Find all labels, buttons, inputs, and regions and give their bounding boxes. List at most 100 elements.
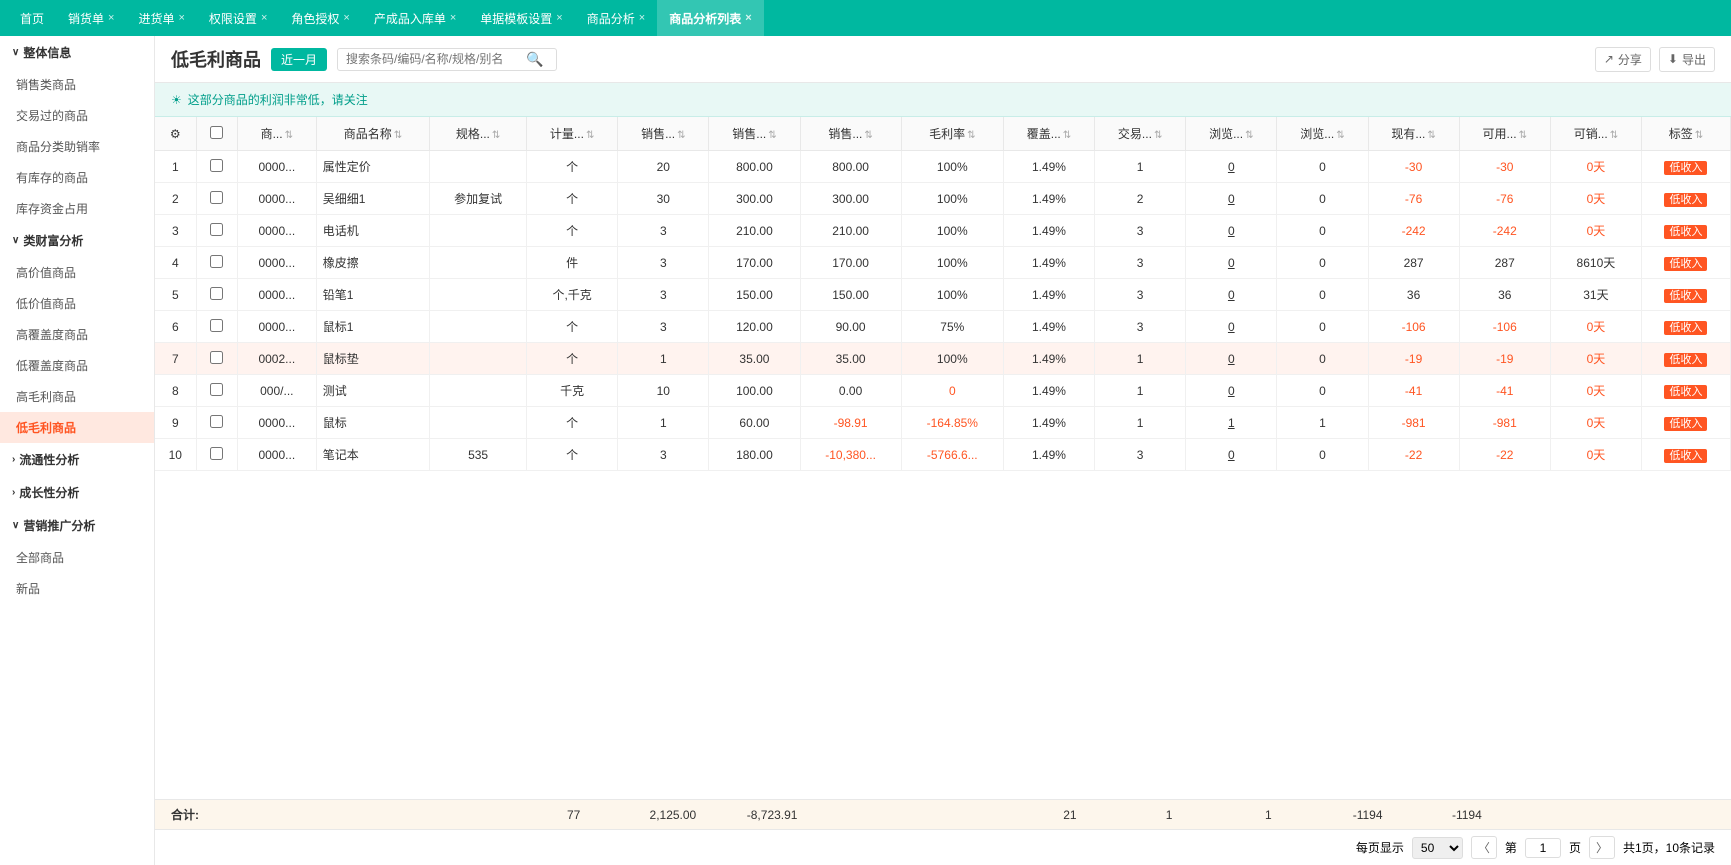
sidebar-item-all-goods[interactable]: 全部商品 <box>0 542 154 573</box>
row-checkbox[interactable] <box>196 215 237 247</box>
col-available[interactable]: 可用...⇅ <box>1459 117 1550 151</box>
row-check[interactable] <box>210 447 223 460</box>
row-browse1[interactable]: 0 <box>1186 343 1277 375</box>
sidebar-item-low-value[interactable]: 低价值商品 <box>0 288 154 319</box>
col-stock[interactable]: 现有...⇅ <box>1368 117 1459 151</box>
nav-close-analysis[interactable]: × <box>639 12 645 24</box>
row-check[interactable] <box>210 191 223 204</box>
nav-close-role[interactable]: × <box>343 12 349 24</box>
row-checkbox[interactable] <box>196 343 237 375</box>
sidebar-item-category-rate[interactable]: 商品分类助销率 <box>0 131 154 162</box>
row-check[interactable] <box>210 287 223 300</box>
nav-product-analysis-list[interactable]: 商品分析列表 × <box>657 0 763 36</box>
row-check[interactable] <box>210 159 223 172</box>
row-browse1[interactable]: 0 <box>1186 215 1277 247</box>
row-checkbox[interactable] <box>196 311 237 343</box>
nav-purchase-order[interactable]: 进货单 × <box>126 0 196 36</box>
row-sales-profit: 150.00 <box>800 279 901 311</box>
nav-product-inbound[interactable]: 产成品入库单 × <box>362 0 468 36</box>
row-check[interactable] <box>210 319 223 332</box>
col-browse1[interactable]: 浏览...⇅ <box>1186 117 1277 151</box>
page-number-input[interactable] <box>1525 838 1561 858</box>
sidebar-item-sales-goods[interactable]: 销售类商品 <box>0 69 154 100</box>
sidebar-group-growth[interactable]: › 成长性分析 <box>0 476 154 509</box>
page-size-select[interactable]: 50 100 200 <box>1412 837 1463 859</box>
select-all-checkbox[interactable] <box>210 126 223 139</box>
nav-role-auth[interactable]: 角色授权 × <box>279 0 361 36</box>
row-check[interactable] <box>210 415 223 428</box>
nav-close-analysis-list[interactable]: × <box>745 12 751 24</box>
sidebar-item-low-coverage[interactable]: 低覆盖度商品 <box>0 350 154 381</box>
sidebar-item-low-margin[interactable]: 低毛利商品 <box>0 412 154 443</box>
col-coverage[interactable]: 覆盖...⇅ <box>1003 117 1094 151</box>
nav-product-analysis[interactable]: 商品分析 × <box>575 0 657 36</box>
col-gross-rate[interactable]: 毛利率⇅ <box>901 117 1003 151</box>
row-browse1[interactable]: 0 <box>1186 375 1277 407</box>
next-page-button[interactable]: 〉 <box>1589 836 1615 859</box>
sidebar-item-new-goods[interactable]: 新品 <box>0 573 154 604</box>
row-checkbox[interactable] <box>196 439 237 471</box>
sidebar-group-wealth[interactable]: ∨ 类财富分析 <box>0 224 154 257</box>
row-browse1[interactable]: 0 <box>1186 311 1277 343</box>
col-tag[interactable]: 标签⇅ <box>1641 117 1730 151</box>
sidebar-item-high-value[interactable]: 高价值商品 <box>0 257 154 288</box>
filter-recent-month-button[interactable]: 近一月 <box>271 48 327 71</box>
col-sales-amount[interactable]: 销售...⇅ <box>709 117 800 151</box>
row-check[interactable] <box>210 255 223 268</box>
nav-close-permission[interactable]: × <box>261 12 267 24</box>
row-check[interactable] <box>210 383 223 396</box>
nav-close-purchase[interactable]: × <box>178 12 184 24</box>
row-check[interactable] <box>210 223 223 236</box>
col-unit[interactable]: 计量...⇅ <box>527 117 618 151</box>
row-checkbox[interactable] <box>196 407 237 439</box>
col-settings[interactable]: ⚙ <box>155 117 196 151</box>
col-checkbox[interactable] <box>196 117 237 151</box>
share-button[interactable]: ↗ 分享 <box>1595 47 1651 72</box>
sidebar-group-marketing[interactable]: ∨ 营销推广分析 <box>0 509 154 542</box>
sidebar-item-traded-goods[interactable]: 交易过的商品 <box>0 100 154 131</box>
search-icon[interactable]: 🔍 <box>526 51 543 68</box>
sidebar-item-stocked-goods[interactable]: 有库存的商品 <box>0 162 154 193</box>
sidebar-item-high-coverage[interactable]: 高覆盖度商品 <box>0 319 154 350</box>
row-checkbox[interactable] <box>196 151 237 183</box>
row-browse1[interactable]: 0 <box>1186 279 1277 311</box>
col-code[interactable]: 商...⇅ <box>237 117 316 151</box>
row-checkbox[interactable] <box>196 183 237 215</box>
row-gross-rate: 100% <box>901 343 1003 375</box>
col-name[interactable]: 商品名称⇅ <box>316 117 429 151</box>
sidebar-group-circulation[interactable]: › 流通性分析 <box>0 443 154 476</box>
total-browse2: 1 <box>1219 808 1318 822</box>
nav-close-inbound[interactable]: × <box>450 12 456 24</box>
nav-close-sales[interactable]: × <box>108 12 114 24</box>
col-browse2[interactable]: 浏览...⇅ <box>1277 117 1368 151</box>
col-spec[interactable]: 规格...⇅ <box>430 117 527 151</box>
row-browse1[interactable]: 0 <box>1186 439 1277 471</box>
row-no: 4 <box>155 247 196 279</box>
search-input[interactable] <box>346 52 526 66</box>
table-row: 5 0000... 铅笔1 个,千克 3 150.00 150.00 100% … <box>155 279 1731 311</box>
row-browse1[interactable]: 0 <box>1186 183 1277 215</box>
row-name: 笔记本 <box>316 439 429 471</box>
row-browse1[interactable]: 0 <box>1186 151 1277 183</box>
row-checkbox[interactable] <box>196 279 237 311</box>
nav-home[interactable]: 首页 <box>8 0 56 36</box>
nav-permission-settings[interactable]: 权限设置 × <box>197 0 279 36</box>
col-transactions[interactable]: 交易...⇅ <box>1095 117 1186 151</box>
row-sales-profit: 800.00 <box>800 151 901 183</box>
row-checkbox[interactable] <box>196 375 237 407</box>
col-sellable[interactable]: 可销...⇅ <box>1550 117 1641 151</box>
nav-sales-order[interactable]: 销货单 × <box>56 0 126 36</box>
col-sales-qty[interactable]: 销售...⇅ <box>618 117 709 151</box>
row-browse1[interactable]: 0 <box>1186 247 1277 279</box>
nav-template-settings[interactable]: 单据模板设置 × <box>468 0 574 36</box>
row-browse1[interactable]: 1 <box>1186 407 1277 439</box>
col-sales-profit[interactable]: 销售...⇅ <box>800 117 901 151</box>
export-button[interactable]: ⬇ 导出 <box>1659 47 1715 72</box>
row-check[interactable] <box>210 351 223 364</box>
sidebar-item-high-margin[interactable]: 高毛利商品 <box>0 381 154 412</box>
prev-page-button[interactable]: 〈 <box>1471 836 1497 859</box>
sidebar-item-capital-usage[interactable]: 库存资金占用 <box>0 193 154 224</box>
nav-close-template[interactable]: × <box>556 12 562 24</box>
row-checkbox[interactable] <box>196 247 237 279</box>
sidebar-group-overall[interactable]: ∨ 整体信息 <box>0 36 154 69</box>
